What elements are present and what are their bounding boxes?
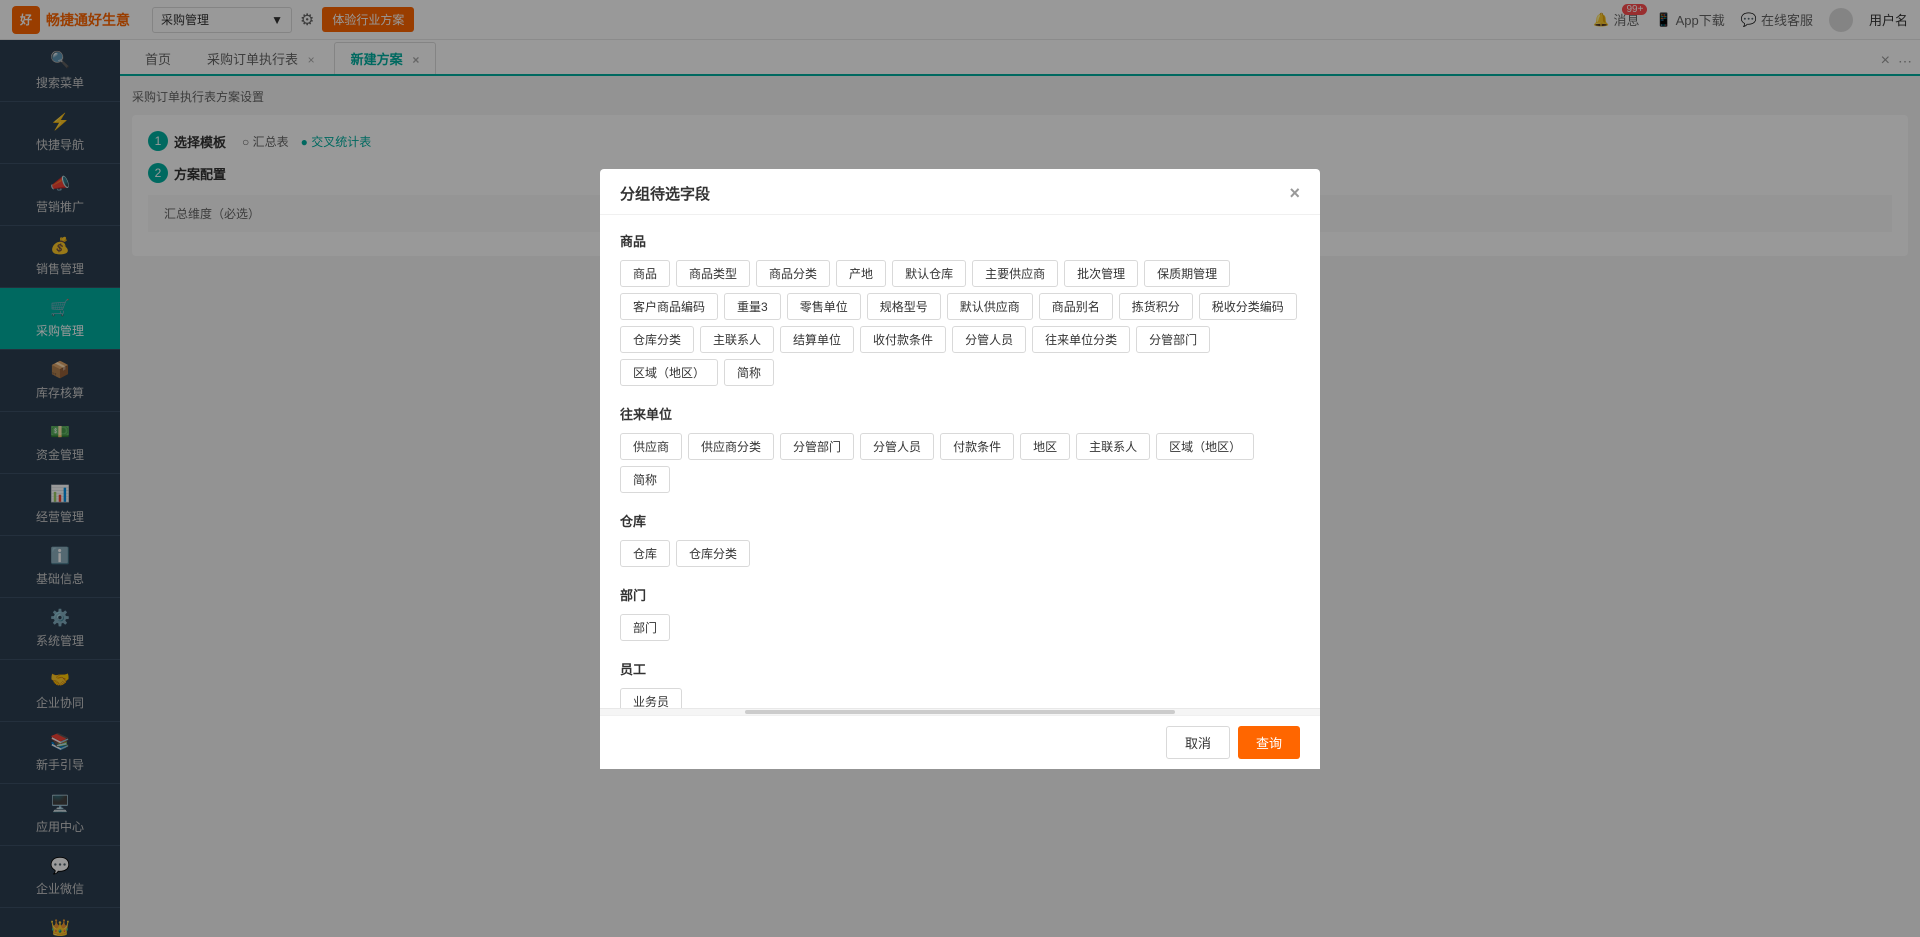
modal-footer: 取消 查询 xyxy=(600,715,1320,769)
field-tag[interactable]: 商品 xyxy=(620,260,670,287)
field-tag[interactable]: 简称 xyxy=(620,466,670,493)
section-employee: 员工 业务员 xyxy=(620,659,1300,709)
field-select-modal: 分组待选字段 × 商品 商品 商品类型 商品分类 产地 默认仓库 主要供应商 批… xyxy=(600,169,1320,769)
field-tag[interactable]: 部门 xyxy=(620,614,670,641)
section-warehouse-fields: 仓库 仓库分类 xyxy=(620,540,1300,567)
modal-hscroll-thumb xyxy=(745,710,1175,714)
field-tag[interactable]: 商品分类 xyxy=(756,260,830,287)
section-department: 部门 部门 xyxy=(620,585,1300,641)
field-tag[interactable]: 付款条件 xyxy=(940,433,1014,460)
field-tag[interactable]: 分管部门 xyxy=(1136,326,1210,353)
section-goods-fields: 商品 商品类型 商品分类 产地 默认仓库 主要供应商 批次管理 保质期管理 客户… xyxy=(620,260,1300,386)
field-tag[interactable]: 仓库分类 xyxy=(620,326,694,353)
section-counterpart-title: 往来单位 xyxy=(620,404,1300,423)
field-tag[interactable]: 默认仓库 xyxy=(892,260,966,287)
field-tag[interactable]: 零售单位 xyxy=(787,293,861,320)
section-employee-fields: 业务员 xyxy=(620,688,1300,709)
field-tag[interactable]: 分管人员 xyxy=(952,326,1026,353)
field-tag[interactable]: 主要供应商 xyxy=(972,260,1058,287)
section-warehouse-title: 仓库 xyxy=(620,511,1300,530)
field-tag[interactable]: 供应商 xyxy=(620,433,682,460)
field-tag[interactable]: 结算单位 xyxy=(780,326,854,353)
field-tag[interactable]: 商品类型 xyxy=(676,260,750,287)
section-department-fields: 部门 xyxy=(620,614,1300,641)
field-tag[interactable]: 产地 xyxy=(836,260,886,287)
field-tag[interactable]: 规格型号 xyxy=(867,293,941,320)
modal-overlay: 分组待选字段 × 商品 商品 商品类型 商品分类 产地 默认仓库 主要供应商 批… xyxy=(0,0,1920,937)
field-tag[interactable]: 默认供应商 xyxy=(947,293,1033,320)
field-tag[interactable]: 区域（地区） xyxy=(620,359,718,386)
modal-cancel-button[interactable]: 取消 xyxy=(1166,726,1230,759)
field-tag[interactable]: 分管部门 xyxy=(780,433,854,460)
section-warehouse: 仓库 仓库 仓库分类 xyxy=(620,511,1300,567)
field-tag[interactable]: 供应商分类 xyxy=(688,433,774,460)
modal-header: 分组待选字段 × xyxy=(600,169,1320,215)
section-goods: 商品 商品 商品类型 商品分类 产地 默认仓库 主要供应商 批次管理 保质期管理… xyxy=(620,231,1300,386)
field-tag[interactable]: 地区 xyxy=(1020,433,1070,460)
section-counterpart-fields: 供应商 供应商分类 分管部门 分管人员 付款条件 地区 主联系人 区域（地区） … xyxy=(620,433,1300,493)
field-tag[interactable]: 客户商品编码 xyxy=(620,293,718,320)
section-department-title: 部门 xyxy=(620,585,1300,604)
field-tag[interactable]: 批次管理 xyxy=(1064,260,1138,287)
field-tag[interactable]: 商品别名 xyxy=(1039,293,1113,320)
field-tag[interactable]: 仓库 xyxy=(620,540,670,567)
section-employee-title: 员工 xyxy=(620,659,1300,678)
field-tag[interactable]: 主联系人 xyxy=(1076,433,1150,460)
field-tag[interactable]: 分管人员 xyxy=(860,433,934,460)
section-counterpart: 往来单位 供应商 供应商分类 分管部门 分管人员 付款条件 地区 主联系人 区域… xyxy=(620,404,1300,493)
field-tag[interactable]: 简称 xyxy=(724,359,774,386)
field-tag[interactable]: 业务员 xyxy=(620,688,682,709)
field-tag[interactable]: 拣货积分 xyxy=(1119,293,1193,320)
modal-body[interactable]: 商品 商品 商品类型 商品分类 产地 默认仓库 主要供应商 批次管理 保质期管理… xyxy=(600,215,1320,709)
field-tag[interactable]: 区域（地区） xyxy=(1156,433,1254,460)
field-tag[interactable]: 税收分类编码 xyxy=(1199,293,1297,320)
field-tag[interactable]: 保质期管理 xyxy=(1144,260,1230,287)
modal-title: 分组待选字段 xyxy=(620,183,710,204)
field-tag[interactable]: 收付款条件 xyxy=(860,326,946,353)
field-tag[interactable]: 往来单位分类 xyxy=(1032,326,1130,353)
modal-close-button[interactable]: × xyxy=(1289,183,1300,204)
field-tag[interactable]: 主联系人 xyxy=(700,326,774,353)
field-tag[interactable]: 仓库分类 xyxy=(676,540,750,567)
field-tag[interactable]: 重量3 xyxy=(724,293,781,320)
modal-confirm-button[interactable]: 查询 xyxy=(1238,726,1300,759)
section-goods-title: 商品 xyxy=(620,231,1300,250)
